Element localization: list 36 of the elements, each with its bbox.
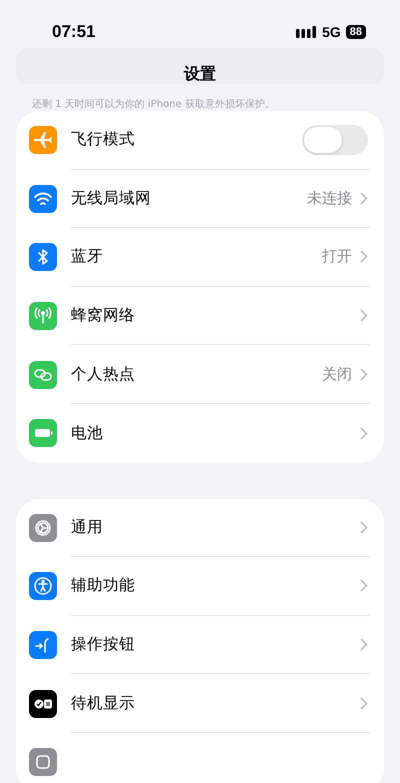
battery-icon [29,419,57,448]
settings-row[interactable]: 操作按钮 [16,616,384,674]
wifi-icon [29,184,57,213]
battery-level: 88 [346,25,366,39]
chevron-icon [360,426,368,440]
page-title: 设置 [184,64,216,85]
settings-row[interactable]: 蜂窝网络 [16,286,384,346]
network-type: 5G [322,24,341,40]
clock-card-icon [29,690,57,718]
settings-row[interactable]: 蓝牙 打开 [16,228,384,287]
chevron-icon [360,520,368,534]
gear-icon [29,514,57,542]
settings-row[interactable]: 个人热点 关闭 [16,345,384,404]
settings-row[interactable]: 通用 [16,498,384,558]
bluetooth-icon [29,243,57,272]
toggle-switch[interactable] [302,124,368,155]
protection-note: 还剩 1 天时间可以为你的 iPhone 获取意外损坏保护。 [32,98,275,111]
accessibility-icon [29,572,57,600]
chevron-icon [360,309,368,322]
chevron-icon [360,696,368,710]
settings-row[interactable]: 待机显示 [16,674,384,733]
chevron-icon [360,579,368,592]
settings-row[interactable]: 电池 [16,404,384,463]
chevron-icon [360,192,368,205]
settings-row[interactable]: 辅助功能 [16,557,384,616]
airplane-icon [29,126,57,154]
antenna-icon [29,302,57,330]
chevron-icon [360,638,368,652]
panel-icon [29,748,57,776]
clock-time: 07:51 [52,22,96,42]
settings-row[interactable]: 无线局域网 未连接 [16,170,384,228]
chevron-icon [360,250,368,264]
link-chain-icon [29,360,57,389]
signal-icon [296,26,318,38]
settings-row[interactable]: 飞行模式 [16,111,384,170]
chevron-icon [360,368,368,381]
